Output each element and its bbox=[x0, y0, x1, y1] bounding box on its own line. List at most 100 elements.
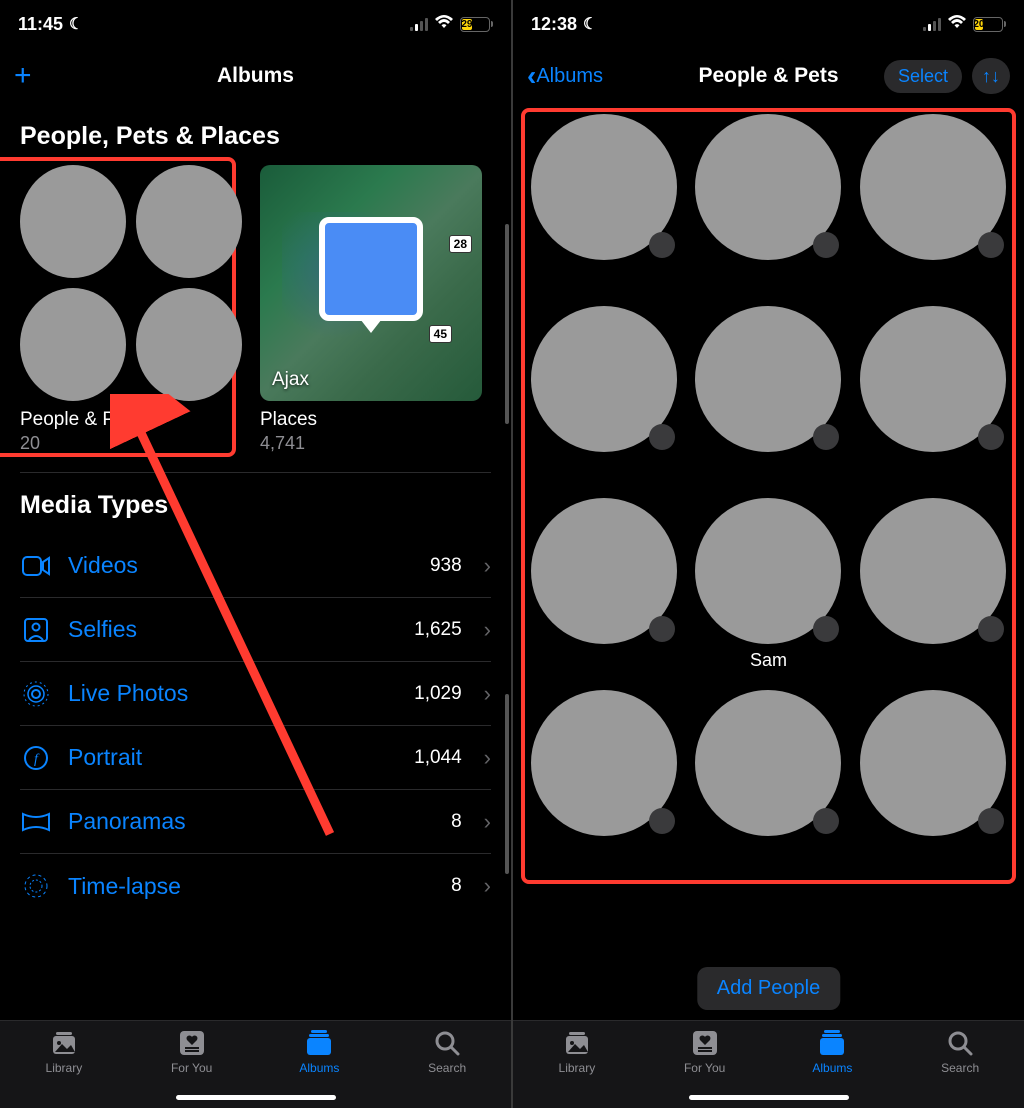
chevron-right-icon: › bbox=[484, 873, 491, 899]
add-people-button[interactable]: Add People bbox=[697, 967, 840, 1010]
chevron-right-icon: › bbox=[484, 681, 491, 707]
media-types-list: Videos 938 › Selfies 1,625 › Live Photos… bbox=[0, 534, 511, 918]
road-badge: 28 bbox=[449, 235, 472, 253]
svg-text:f: f bbox=[34, 752, 40, 767]
media-row-panoramas[interactable]: Panoramas 8 › bbox=[20, 790, 491, 854]
face-thumbnail bbox=[136, 165, 242, 278]
dnd-moon-icon: ☾ bbox=[583, 14, 597, 34]
tab-label: Library bbox=[46, 1061, 83, 1075]
back-label: Albums bbox=[536, 65, 603, 88]
content-scroll[interactable]: People, Pets & Places People & Pets 20 bbox=[0, 104, 511, 1020]
album-count: 20 bbox=[20, 433, 242, 454]
media-label: Panoramas bbox=[68, 808, 435, 835]
search-icon bbox=[947, 1029, 973, 1057]
face-thumbnail bbox=[20, 288, 126, 401]
live-icon bbox=[20, 681, 52, 707]
tab-label: Library bbox=[559, 1061, 596, 1075]
media-count: 8 bbox=[451, 811, 462, 833]
wifi-icon bbox=[434, 15, 454, 34]
tab-bar: Library For You Albums Search bbox=[513, 1020, 1024, 1108]
dnd-moon-icon: ☾ bbox=[69, 14, 83, 34]
scrollbar[interactable] bbox=[505, 694, 509, 874]
for-you-icon bbox=[692, 1029, 718, 1057]
favorite-badge-icon bbox=[649, 424, 675, 450]
battery-icon: 29 bbox=[460, 17, 493, 32]
albums-screen: 11:45 ☾ 29 + Albums People, Pets & Place… bbox=[0, 0, 511, 1108]
add-album-button[interactable]: + bbox=[14, 59, 32, 93]
for-you-icon bbox=[179, 1029, 205, 1057]
people-grid: Sam bbox=[513, 104, 1024, 874]
favorite-badge-icon bbox=[813, 808, 839, 834]
scrollbar[interactable] bbox=[505, 224, 509, 424]
tab-label: Search bbox=[428, 1061, 466, 1075]
person-item[interactable] bbox=[695, 690, 841, 864]
favorite-badge-icon bbox=[813, 616, 839, 642]
media-label: Time-lapse bbox=[68, 873, 435, 900]
person-item[interactable] bbox=[695, 306, 841, 480]
media-count: 1,029 bbox=[414, 683, 462, 705]
favorite-badge-icon bbox=[813, 232, 839, 258]
person-item[interactable] bbox=[860, 690, 1006, 864]
cellular-icon bbox=[923, 17, 941, 31]
media-row-timelapse[interactable]: Time-lapse 8 › bbox=[20, 854, 491, 918]
favorite-badge-icon bbox=[649, 808, 675, 834]
media-count: 938 bbox=[430, 555, 462, 577]
favorite-badge-icon bbox=[813, 424, 839, 450]
media-row-selfies[interactable]: Selfies 1,625 › bbox=[20, 598, 491, 662]
person-item[interactable] bbox=[531, 306, 677, 480]
content-scroll[interactable]: Sam Add People bbox=[513, 104, 1024, 1020]
person-item[interactable]: Sam bbox=[695, 498, 841, 672]
tab-search[interactable]: Search bbox=[896, 1029, 1024, 1108]
tab-label: Albums bbox=[299, 1061, 339, 1075]
media-label: Selfies bbox=[68, 616, 398, 643]
person-item[interactable] bbox=[531, 498, 677, 672]
road-badge: 45 bbox=[429, 325, 452, 343]
person-item[interactable] bbox=[531, 690, 677, 864]
media-row-live-photos[interactable]: Live Photos 1,029 › bbox=[20, 662, 491, 726]
map-city-label: Ajax bbox=[272, 369, 309, 391]
media-count: 8 bbox=[451, 875, 462, 897]
favorite-badge-icon bbox=[978, 808, 1004, 834]
people-pets-screen: 12:38 ☾ 20 ‹ Albums People & Pets Select bbox=[513, 0, 1024, 1108]
favorite-badge-icon bbox=[978, 616, 1004, 642]
person-item[interactable] bbox=[695, 114, 841, 288]
sort-button[interactable]: ↑↓ bbox=[972, 58, 1010, 94]
section-header-people-places: People, Pets & Places bbox=[0, 104, 511, 165]
person-item[interactable] bbox=[860, 306, 1006, 480]
album-title: People & Pets bbox=[20, 409, 242, 431]
back-button[interactable]: ‹ Albums bbox=[527, 60, 603, 92]
video-icon bbox=[20, 556, 52, 576]
home-indicator[interactable] bbox=[176, 1095, 336, 1100]
selfie-icon bbox=[20, 618, 52, 642]
tab-library[interactable]: Library bbox=[0, 1029, 128, 1108]
favorite-badge-icon bbox=[978, 424, 1004, 450]
media-label: Videos bbox=[68, 552, 414, 579]
nav-bar: ‹ Albums People & Pets Select ↑↓ bbox=[513, 48, 1024, 104]
media-count: 1,044 bbox=[414, 747, 462, 769]
media-label: Portrait bbox=[68, 744, 398, 771]
chevron-left-icon: ‹ bbox=[527, 60, 536, 92]
face-thumbnail bbox=[20, 165, 126, 278]
album-places[interactable]: 28 45 Ajax Places 4,741 bbox=[260, 165, 482, 454]
media-row-portrait[interactable]: f Portrait 1,044 › bbox=[20, 726, 491, 790]
wifi-icon bbox=[947, 15, 967, 34]
home-indicator[interactable] bbox=[689, 1095, 849, 1100]
person-item[interactable] bbox=[531, 114, 677, 288]
album-count: 4,741 bbox=[260, 433, 482, 454]
select-button[interactable]: Select bbox=[884, 60, 962, 93]
chevron-right-icon: › bbox=[484, 617, 491, 643]
album-people-pets[interactable]: People & Pets 20 bbox=[20, 165, 242, 454]
person-item[interactable] bbox=[860, 498, 1006, 672]
media-row-videos[interactable]: Videos 938 › bbox=[20, 534, 491, 598]
sort-arrows-icon: ↑↓ bbox=[982, 66, 1000, 87]
tab-library[interactable]: Library bbox=[513, 1029, 641, 1108]
search-icon bbox=[434, 1029, 460, 1057]
cellular-icon bbox=[410, 17, 428, 31]
favorite-badge-icon bbox=[649, 232, 675, 258]
albums-icon bbox=[818, 1029, 846, 1057]
person-item[interactable] bbox=[860, 114, 1006, 288]
tab-search[interactable]: Search bbox=[383, 1029, 511, 1108]
tab-label: For You bbox=[684, 1061, 725, 1075]
chevron-right-icon: › bbox=[484, 745, 491, 771]
battery-icon: 20 bbox=[973, 17, 1006, 32]
